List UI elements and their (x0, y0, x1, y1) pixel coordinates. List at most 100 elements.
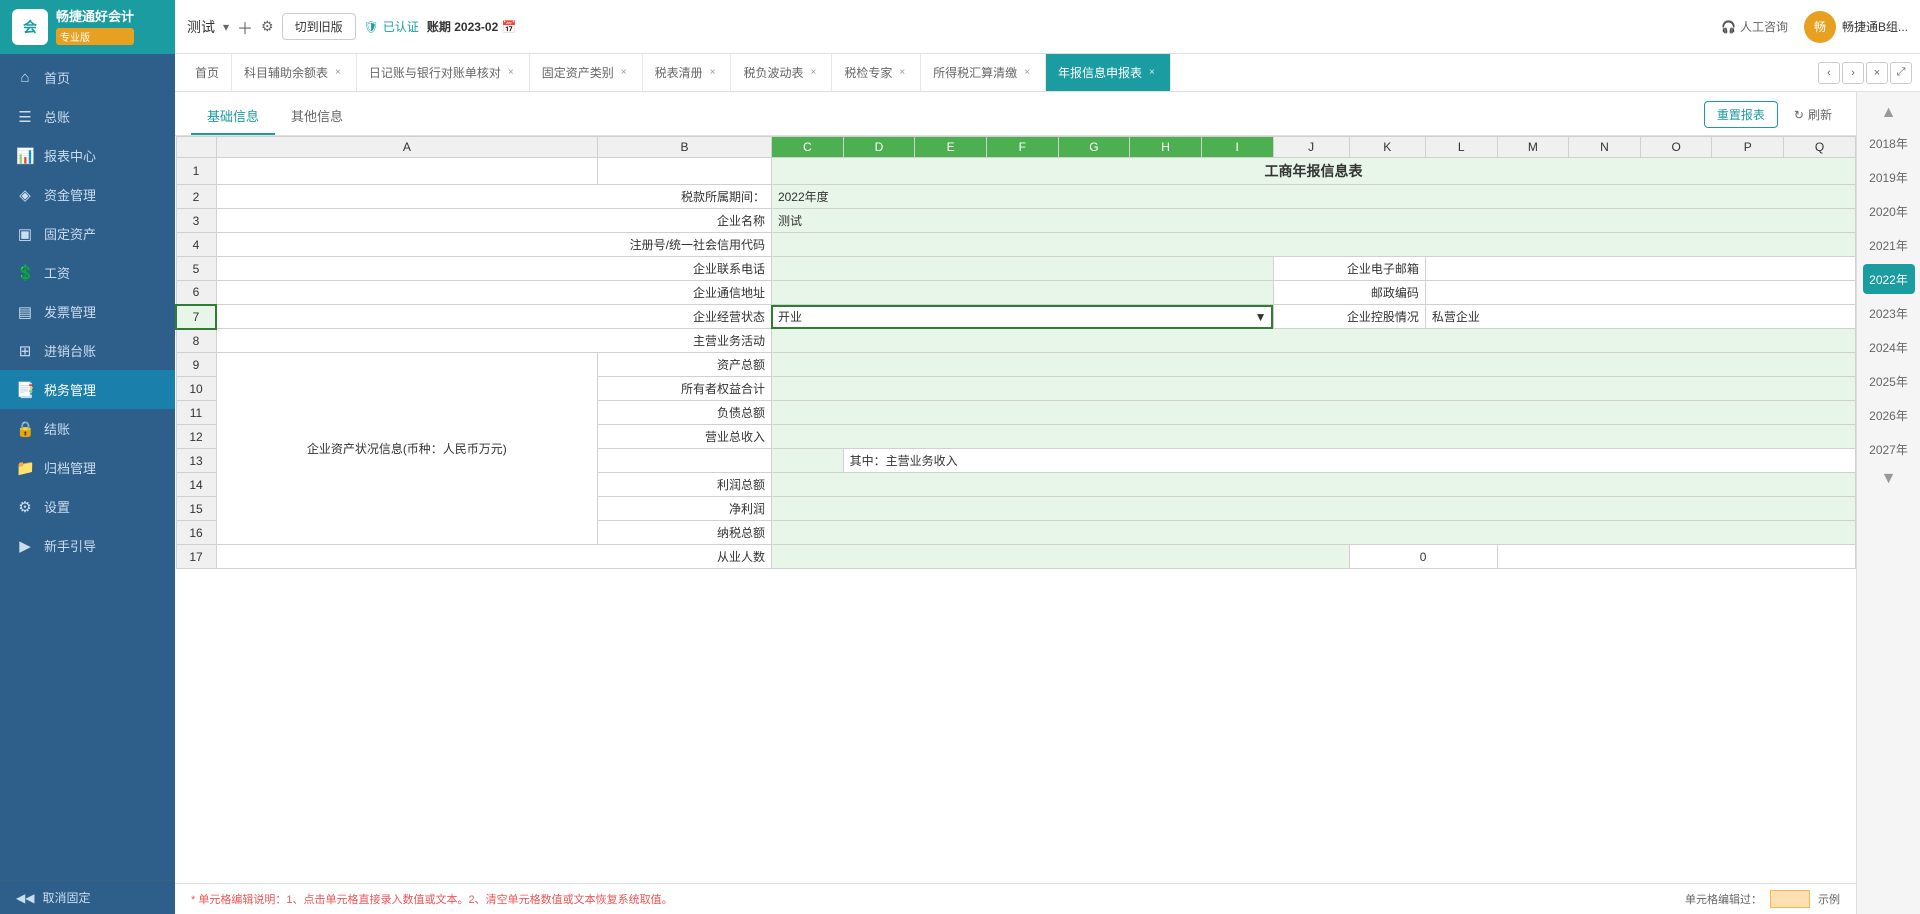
col-header-e[interactable]: E (915, 137, 987, 158)
sidebar-item-guide[interactable]: ▶ 新手引导 (0, 526, 175, 565)
tab-fixed-asset[interactable]: 固定资产类别 × (530, 54, 643, 92)
col-header-l[interactable]: L (1425, 137, 1497, 158)
sidebar-item-cash[interactable]: ◈ 资金管理 (0, 175, 175, 214)
service-button[interactable]: 🎧 人工咨询 (1721, 18, 1788, 35)
tab-auxiliary[interactable]: 科目辅助余额表 × (232, 54, 357, 92)
sidebar-cancel-pin[interactable]: ◀◀ 取消固定 (0, 880, 175, 914)
year-nav-up-button[interactable]: ▲ (1865, 100, 1913, 126)
tab-income-tax[interactable]: 所得税汇算清缴 × (921, 54, 1046, 92)
topbar-settings-icon[interactable]: ⚙ (261, 18, 274, 35)
tab-income-tax-close[interactable]: × (1021, 66, 1033, 79)
reset-button[interactable]: 重置报表 (1704, 101, 1778, 128)
dropdown-arrow-icon[interactable]: ▼ (1255, 310, 1267, 324)
cell-8-value[interactable] (771, 329, 1855, 353)
year-2025[interactable]: 2025年 (1863, 366, 1915, 396)
col-header-q[interactable]: Q (1784, 137, 1856, 158)
row-num-16: 16 (176, 521, 216, 545)
tab-journal-close[interactable]: × (505, 66, 517, 79)
cell-3-value[interactable]: 测试 (771, 209, 1855, 233)
sidebar-item-archive[interactable]: 📁 归档管理 (0, 448, 175, 487)
year-2023[interactable]: 2023年 (1863, 298, 1915, 328)
user-menu[interactable]: 畅 畅捷通B组... (1804, 11, 1908, 43)
tab-home[interactable]: 首页 (183, 54, 232, 92)
col-header-g[interactable]: G (1058, 137, 1130, 158)
tab-auxiliary-close[interactable]: × (332, 66, 344, 79)
cell-6-address[interactable] (771, 281, 1273, 305)
tab-tax-return-close[interactable]: × (707, 66, 719, 79)
tab-annual-report-close[interactable]: × (1146, 66, 1158, 79)
cell-2-value[interactable]: 2022年度 (771, 185, 1855, 209)
year-2021[interactable]: 2021年 (1863, 230, 1915, 260)
col-header-p[interactable]: P (1712, 137, 1784, 158)
subtab-basic[interactable]: 基础信息 (191, 100, 275, 135)
col-header-f[interactable]: F (986, 137, 1058, 158)
col-header-o[interactable]: O (1640, 137, 1712, 158)
sidebar-item-closing[interactable]: 🔒 结账 (0, 409, 175, 448)
tab-journal[interactable]: 日记账与银行对账单核对 × (357, 54, 530, 92)
year-2020[interactable]: 2020年 (1863, 196, 1915, 226)
tab-tax-expert-label: 税检专家 (844, 64, 892, 81)
tab-close-all[interactable]: × (1866, 62, 1888, 84)
sidebar-item-settings[interactable]: ⚙ 设置 (0, 487, 175, 526)
col-header-h[interactable]: H (1130, 137, 1202, 158)
old-version-button[interactable]: 切到旧版 (282, 13, 356, 40)
tab-nav-next[interactable]: › (1842, 62, 1864, 84)
year-2018[interactable]: 2018年 (1863, 128, 1915, 158)
tab-tax-expert[interactable]: 税检专家 × (832, 54, 921, 92)
cell-10-value[interactable] (771, 377, 1855, 401)
topbar-add-button[interactable]: ＋ (237, 15, 253, 39)
cell-12-value[interactable] (771, 425, 1855, 449)
tab-tax-expert-close[interactable]: × (896, 66, 908, 79)
cell-1-title[interactable]: 工商年报信息表 (771, 158, 1855, 185)
tab-nav-prev[interactable]: ‹ (1818, 62, 1840, 84)
cell-7-control-value[interactable]: 私营企业 (1425, 305, 1855, 329)
sidebar-item-home[interactable]: ⌂ 首页 (0, 58, 175, 97)
year-2019[interactable]: 2019年 (1863, 162, 1915, 192)
col-header-k[interactable]: K (1349, 137, 1425, 158)
cell-15-value[interactable] (771, 497, 1855, 521)
cell-11-value[interactable] (771, 401, 1855, 425)
tab-tax-return[interactable]: 税表清册 × (643, 54, 732, 92)
tab-expand[interactable]: ⤢ (1890, 62, 1912, 84)
tab-tax-wave-close[interactable]: × (807, 66, 819, 79)
tab-annual-report[interactable]: 年报信息申报表 × (1046, 54, 1171, 92)
col-header-n[interactable]: N (1569, 137, 1641, 158)
cell-17-empty[interactable] (771, 545, 1349, 569)
col-header-d[interactable]: D (843, 137, 915, 158)
sidebar-item-salary[interactable]: 💲 工资 (0, 253, 175, 292)
cell-13-sub[interactable]: 其中：主营业务收入 (843, 449, 1855, 473)
cell-6-postcode[interactable] (1425, 281, 1855, 305)
col-header-c[interactable]: C (771, 137, 843, 158)
sidebar-item-fixed[interactable]: ▣ 固定资产 (0, 214, 175, 253)
year-2026[interactable]: 2026年 (1863, 400, 1915, 430)
tab-fixed-asset-close[interactable]: × (618, 66, 630, 79)
cell-14-value[interactable] (771, 473, 1855, 497)
year-2027[interactable]: 2027年 (1863, 434, 1915, 464)
spreadsheet-container[interactable]: A B C D E F G H I J K L M (175, 136, 1856, 883)
col-header-j[interactable]: J (1273, 137, 1349, 158)
cell-17-value[interactable]: 0 (1349, 545, 1497, 569)
cell-9-value[interactable] (771, 353, 1855, 377)
year-2024[interactable]: 2024年 (1863, 332, 1915, 362)
year-nav-down-button[interactable]: ▼ (1865, 466, 1913, 492)
col-header-a[interactable]: A (216, 137, 598, 158)
sidebar-item-invoice[interactable]: ▤ 发票管理 (0, 292, 175, 331)
refresh-button[interactable]: ↻ 刷新 (1786, 101, 1840, 128)
topbar-dropdown-arrow[interactable]: ▾ (223, 20, 229, 34)
cell-7-status[interactable]: 开业 ▼ (771, 305, 1273, 329)
sidebar-item-tax[interactable]: 📑 税务管理 (0, 370, 175, 409)
tab-tax-wave[interactable]: 税负波动表 × (731, 54, 832, 92)
content-area: 基础信息 其他信息 重置报表 ↻ 刷新 A (175, 92, 1920, 914)
sidebar-item-reports[interactable]: 📊 报表中心 (0, 136, 175, 175)
cell-5-email[interactable] (1425, 257, 1855, 281)
subtab-other[interactable]: 其他信息 (275, 100, 359, 135)
cell-4-value[interactable] (771, 233, 1855, 257)
col-header-m[interactable]: M (1497, 137, 1569, 158)
sidebar-item-ledger[interactable]: ☰ 总账 (0, 97, 175, 136)
year-2022[interactable]: 2022年 (1863, 264, 1915, 294)
col-header-i[interactable]: I (1201, 137, 1273, 158)
cell-5-phone[interactable] (771, 257, 1273, 281)
cell-16-value[interactable] (771, 521, 1855, 545)
sidebar-item-inout[interactable]: ⊞ 进销台账 (0, 331, 175, 370)
col-header-b[interactable]: B (598, 137, 772, 158)
